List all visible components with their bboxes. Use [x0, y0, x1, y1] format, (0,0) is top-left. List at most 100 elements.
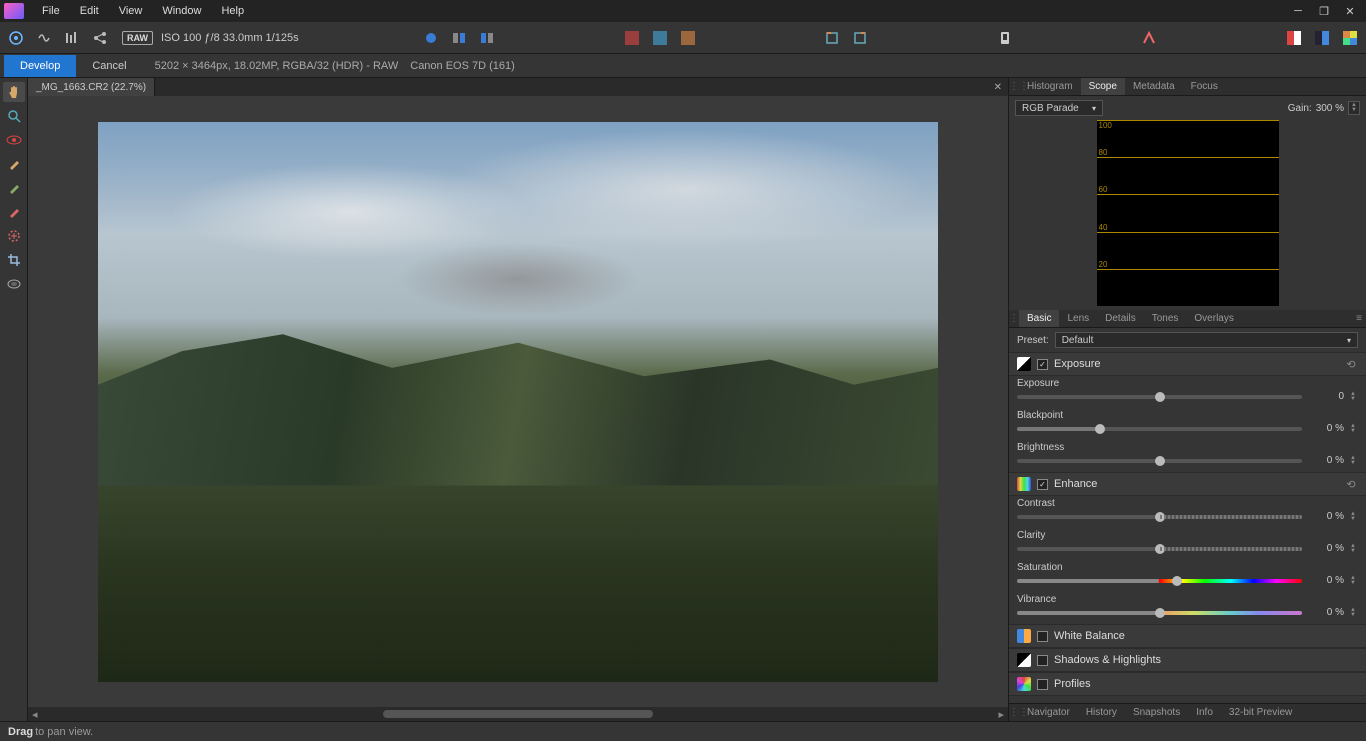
reset-icon[interactable]: ⟲ [1344, 477, 1358, 491]
tab-info[interactable]: Info [1188, 704, 1221, 721]
scope-mode-dropdown[interactable]: RGB Parade [1015, 100, 1103, 116]
auto-icon[interactable] [1137, 26, 1161, 50]
tab-basic[interactable]: Basic [1019, 310, 1059, 327]
clip-tones-icon[interactable] [676, 26, 700, 50]
tab-metadata[interactable]: Metadata [1125, 78, 1183, 95]
slider-track[interactable] [1017, 611, 1302, 615]
panel-grip-icon[interactable]: ⋮⋮ [1009, 313, 1019, 324]
tab-overlays[interactable]: Overlays [1186, 310, 1241, 327]
sync-icon[interactable] [993, 26, 1017, 50]
slider-stepper[interactable]: ▲▼ [1350, 392, 1358, 402]
photo-persona-icon[interactable] [4, 26, 28, 50]
slider-track[interactable] [1017, 547, 1302, 551]
white-balance-checkbox[interactable] [1037, 631, 1048, 642]
slider-value[interactable]: 0 % [1308, 423, 1344, 434]
swatches-multi-icon[interactable] [1338, 26, 1362, 50]
single-view-icon[interactable] [419, 26, 443, 50]
shadows-checkbox[interactable] [1037, 655, 1048, 666]
rotate-left-icon[interactable] [820, 26, 844, 50]
blemish-tool-icon[interactable] [3, 202, 25, 222]
slider-thumb[interactable] [1155, 392, 1165, 402]
menu-help[interactable]: Help [211, 1, 254, 21]
section-enhance[interactable]: Enhance ⟲ [1009, 472, 1366, 496]
mirror-view-icon[interactable] [475, 26, 499, 50]
panel-grip-icon[interactable]: ⋮⋮ [1009, 81, 1019, 92]
tone-persona-icon[interactable] [60, 26, 84, 50]
preset-dropdown[interactable]: Default [1055, 332, 1358, 348]
slider-stepper[interactable]: ▲▼ [1350, 424, 1358, 434]
section-white-balance[interactable]: White Balance [1009, 624, 1366, 648]
menu-window[interactable]: Window [152, 1, 211, 21]
slider-thumb[interactable] [1095, 424, 1105, 434]
slider-stepper[interactable]: ▲▼ [1350, 512, 1358, 522]
close-button[interactable]: ✕ [1338, 2, 1362, 20]
gain-stepper[interactable]: ▲▼ [1348, 101, 1360, 115]
tab-navigator[interactable]: Navigator [1019, 704, 1078, 721]
slider-value[interactable]: 0 % [1308, 575, 1344, 586]
slider-thumb[interactable] [1155, 512, 1165, 522]
tab-tones[interactable]: Tones [1144, 310, 1187, 327]
slider-track[interactable] [1017, 395, 1302, 399]
clone-tool-icon[interactable] [3, 178, 25, 198]
overlay-tool-icon[interactable] [3, 226, 25, 246]
slider-thumb[interactable] [1155, 608, 1165, 618]
horizontal-scrollbar[interactable]: ◂ ▸ [28, 707, 1008, 721]
tab-scope[interactable]: Scope [1081, 78, 1125, 95]
gain-value[interactable]: 300 % [1316, 103, 1344, 114]
slider-value[interactable]: 0 % [1308, 543, 1344, 554]
menu-edit[interactable]: Edit [70, 1, 109, 21]
slider-track[interactable] [1017, 427, 1302, 431]
split-view-icon[interactable] [447, 26, 471, 50]
slider-stepper[interactable]: ▲▼ [1350, 576, 1358, 586]
gradient-tool-icon[interactable] [3, 274, 25, 294]
tab-histogram[interactable]: Histogram [1019, 78, 1081, 95]
minimize-button[interactable]: ─ [1286, 2, 1310, 20]
slider-value[interactable]: 0 % [1308, 455, 1344, 466]
slider-value[interactable]: 0 % [1308, 607, 1344, 618]
canvas[interactable] [28, 96, 1008, 707]
slider-stepper[interactable]: ▲▼ [1350, 608, 1358, 618]
slider-track[interactable] [1017, 515, 1302, 519]
section-profiles[interactable]: Profiles [1009, 672, 1366, 696]
document-tab[interactable]: _MG_1663.CR2 (22.7%) [28, 78, 155, 96]
tab-focus[interactable]: Focus [1183, 78, 1226, 95]
adjust-scroll[interactable]: Preset: Default Exposure ⟲ Exposure0▲▼Bl… [1009, 328, 1366, 703]
slider-thumb[interactable] [1172, 576, 1182, 586]
scrollbar-thumb[interactable] [383, 710, 652, 718]
slider-stepper[interactable]: ▲▼ [1350, 456, 1358, 466]
tab-details[interactable]: Details [1097, 310, 1144, 327]
slider-value[interactable]: 0 % [1308, 511, 1344, 522]
slider-stepper[interactable]: ▲▼ [1350, 544, 1358, 554]
tab-history[interactable]: History [1078, 704, 1125, 721]
slider-thumb[interactable] [1155, 456, 1165, 466]
document-close-icon[interactable]: ✕ [988, 82, 1008, 93]
liquify-persona-icon[interactable] [32, 26, 56, 50]
swatches-red-icon[interactable] [1282, 26, 1306, 50]
slider-track[interactable] [1017, 579, 1302, 583]
panel-grip-icon[interactable]: ⋮⋮ [1009, 707, 1019, 718]
clip-shadows-icon[interactable] [620, 26, 644, 50]
redeye-tool-icon[interactable] [3, 130, 25, 150]
slider-value[interactable]: 0 [1308, 391, 1344, 402]
panel-menu-icon[interactable]: ≡ [1352, 313, 1366, 324]
rotate-right-icon[interactable] [848, 26, 872, 50]
hand-tool-icon[interactable] [3, 82, 25, 102]
cancel-button[interactable]: Cancel [76, 56, 142, 76]
clip-highlights-icon[interactable] [648, 26, 672, 50]
menu-file[interactable]: File [32, 1, 70, 21]
brush-tool-icon[interactable] [3, 154, 25, 174]
enhance-checkbox[interactable] [1037, 479, 1048, 490]
tab-32bit-preview[interactable]: 32-bit Preview [1221, 704, 1300, 721]
section-exposure[interactable]: Exposure ⟲ [1009, 352, 1366, 376]
tab-lens[interactable]: Lens [1059, 310, 1097, 327]
profiles-checkbox[interactable] [1037, 679, 1048, 690]
section-shadows-highlights[interactable]: Shadows & Highlights [1009, 648, 1366, 672]
develop-button[interactable]: Develop [4, 55, 76, 77]
reset-icon[interactable]: ⟲ [1344, 357, 1358, 371]
menu-view[interactable]: View [109, 1, 153, 21]
slider-thumb[interactable] [1155, 544, 1165, 554]
zoom-tool-icon[interactable] [3, 106, 25, 126]
slider-track[interactable] [1017, 459, 1302, 463]
maximize-button[interactable]: ❐ [1312, 2, 1336, 20]
share-icon[interactable] [88, 26, 112, 50]
